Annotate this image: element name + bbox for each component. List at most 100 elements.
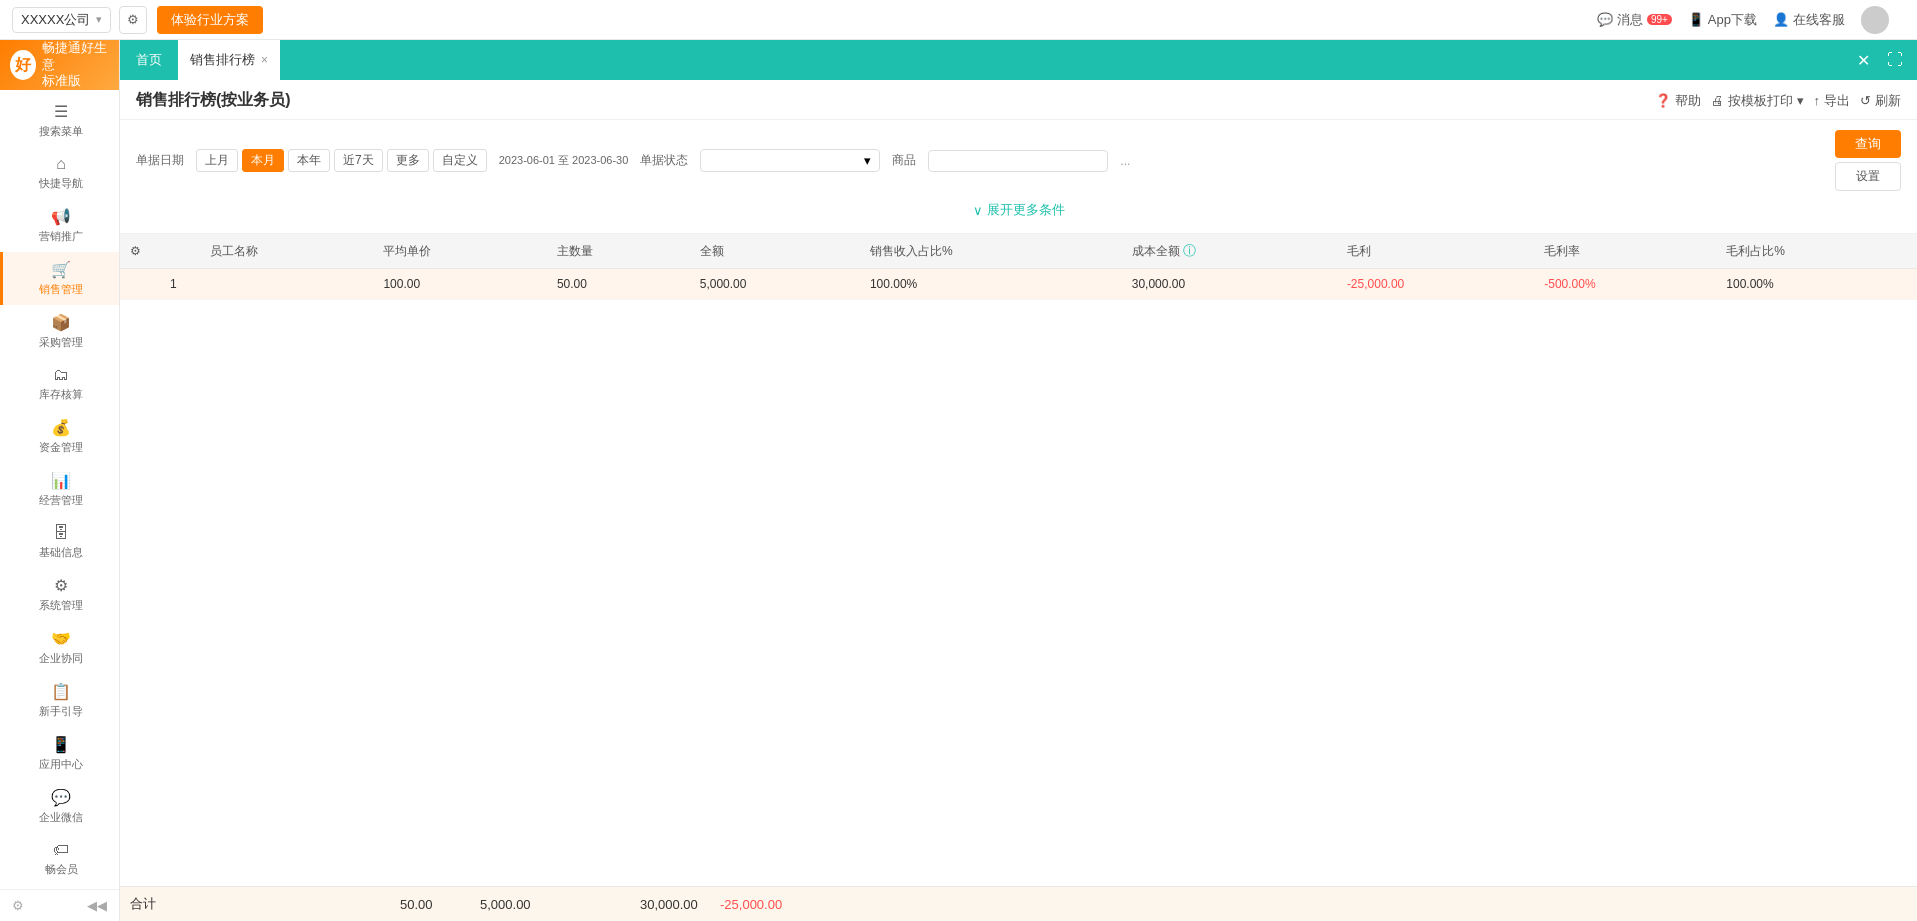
ranking-table: ⚙ 员工名称 平均单价 主数量 全额 销售收入占比% 成本全额 ⓘ 毛利 毛利率…	[120, 234, 1917, 300]
sidebar-item-purchase[interactable]: 📦 采购管理	[0, 305, 119, 358]
sidebar-item-label: 应用中心	[39, 757, 83, 772]
tab-close-icon[interactable]: ×	[261, 53, 268, 67]
sidebar-item-member[interactable]: 🏷 畅会员	[0, 833, 119, 885]
company-name: XXXXX公司	[21, 11, 90, 29]
query-button[interactable]: 查询	[1835, 130, 1901, 158]
settings-icon[interactable]: ⚙	[119, 6, 147, 34]
sidebar-item-label: 营销推广	[39, 229, 83, 244]
total-avg-price	[310, 897, 390, 912]
sidebar-item-apps[interactable]: 📱 应用中心	[0, 727, 119, 780]
sidebar-item-label: 库存核算	[39, 387, 83, 402]
page-title: 销售排行榜(按业务员)	[136, 90, 291, 111]
cell-cost: 30,000.00	[1122, 269, 1337, 300]
trial-button[interactable]: 体验行业方案	[157, 6, 263, 34]
online-service-btn[interactable]: 👤 在线客服	[1773, 11, 1845, 29]
sidebar-item-sales[interactable]: 🛒 销售管理	[0, 252, 119, 305]
date-btn-this-year[interactable]: 本年	[288, 149, 330, 172]
company-selector[interactable]: XXXXX公司 ▾	[12, 7, 111, 33]
date-btn-custom[interactable]: 自定义	[433, 149, 487, 172]
help-icon: ❓	[1655, 93, 1671, 108]
status-chevron-icon: ▾	[864, 153, 871, 168]
top-bar: XXXXX公司 ▾ ⚙ 体验行业方案 💬 消息 99+ 📱 App下载 👤 在线…	[0, 0, 1917, 40]
sidebar-item-marketing[interactable]: 📢 营销推广	[0, 199, 119, 252]
col-avg-price: 平均单价	[373, 234, 546, 269]
print-btn[interactable]: 🖨 按模板打印 ▾	[1711, 92, 1804, 110]
cell-profit-rate: -500.00%	[1534, 269, 1716, 300]
sidebar-item-wechat[interactable]: 💬 企业微信	[0, 780, 119, 833]
collab-icon: 🤝	[51, 629, 71, 648]
refresh-btn[interactable]: ↺ 刷新	[1860, 92, 1901, 110]
sidebar-item-operations[interactable]: 📊 经营管理	[0, 463, 119, 516]
logo-area: 好 畅捷通好生意 标准版	[0, 40, 119, 90]
sidebar-item-label: 系统管理	[39, 598, 83, 613]
purchase-icon: 📦	[51, 313, 71, 332]
tab-close-btn[interactable]: ✕	[1851, 48, 1875, 72]
message-btn[interactable]: 💬 消息 99+	[1597, 11, 1672, 29]
page-header: 销售排行榜(按业务员) ❓ 帮助 🖨 按模板打印 ▾ ↑ 导出	[120, 80, 1917, 120]
sidebar-item-finance[interactable]: 💰 资金管理	[0, 410, 119, 463]
table-footer: 合计 50.00 5,000.00 30,000.00 -25,000.00	[120, 886, 1917, 921]
logo-text: 畅捷通好生意 标准版	[42, 40, 109, 90]
date-btn-this-month[interactable]: 本月	[242, 149, 284, 172]
tab-sales-ranking[interactable]: 销售排行榜 ×	[178, 40, 280, 80]
status-select[interactable]: ▾	[700, 149, 880, 172]
total-profit: -25,000.00	[710, 897, 792, 912]
date-btn-7days[interactable]: 近7天	[334, 149, 383, 172]
message-icon: 💬	[1597, 12, 1613, 27]
guide-icon: 📋	[51, 682, 71, 701]
sidebar-item-collab[interactable]: 🤝 企业协同	[0, 621, 119, 674]
export-btn[interactable]: ↑ 导出	[1814, 92, 1851, 110]
total-amount: 5,000.00	[470, 897, 550, 912]
goods-filter-label: 商品	[892, 152, 916, 169]
expand-more-btn[interactable]: ∨ 展开更多条件	[973, 197, 1065, 223]
total-sales-pct	[550, 897, 630, 912]
content-area: 首页 销售排行榜 × ✕ ⛶ 销售排行榜(按业务员) ❓ 帮助	[120, 40, 1917, 921]
cell-name	[200, 269, 373, 300]
sidebar-item-label: 资金管理	[39, 440, 83, 455]
export-icon: ↑	[1814, 93, 1821, 108]
sidebar-item-label: 企业协同	[39, 651, 83, 666]
sidebar-gear-icon[interactable]: ⚙	[12, 898, 24, 913]
sidebar-item-label: 畅会员	[45, 862, 78, 877]
date-btn-more[interactable]: 更多	[387, 149, 429, 172]
system-icon: ⚙	[54, 576, 68, 595]
download-icon: 📱	[1688, 12, 1704, 27]
status-filter-label: 单据状态	[640, 152, 688, 169]
sidebar-item-label: 基础信息	[39, 545, 83, 560]
goods-input[interactable]	[928, 150, 1108, 172]
sidebar-collapse-icon[interactable]: ◀◀	[87, 898, 107, 913]
tab-expand-btn[interactable]: ⛶	[1883, 48, 1907, 72]
sidebar-item-search[interactable]: ☰ 搜索菜单	[0, 94, 119, 147]
avatar[interactable]	[1861, 6, 1889, 34]
tab-home[interactable]: 首页	[120, 40, 178, 80]
col-profit-pct: 毛利占比%	[1716, 234, 1917, 269]
sidebar-item-basics[interactable]: 🗄 基础信息	[0, 516, 119, 568]
col-settings[interactable]: ⚙	[120, 234, 160, 269]
sidebar-item-shortcuts[interactable]: ⌂ 快捷导航	[0, 147, 119, 199]
wechat-icon: 💬	[51, 788, 71, 807]
finance-icon: 💰	[51, 418, 71, 437]
sidebar-item-label: 新手引导	[39, 704, 83, 719]
table-row: 1 100.00 50.00 5,000.00 100.00% 30,000.0…	[120, 269, 1917, 300]
col-profit: 毛利	[1337, 234, 1534, 269]
date-btn-last-month[interactable]: 上月	[196, 149, 238, 172]
sidebar-item-label: 搜索菜单	[39, 124, 83, 139]
more-filters-btn[interactable]: ...	[1120, 154, 1130, 168]
help-btn[interactable]: ❓ 帮助	[1655, 92, 1701, 110]
message-label: 消息	[1617, 11, 1643, 29]
cell-settings	[120, 269, 160, 300]
operations-icon: 📊	[51, 471, 71, 490]
app-download-btn[interactable]: 📱 App下载	[1688, 11, 1757, 29]
chevron-down-icon: ▾	[96, 13, 102, 26]
col-profit-rate: 毛利率	[1534, 234, 1716, 269]
print-chevron-icon: ▾	[1797, 93, 1804, 108]
sidebar-item-guide[interactable]: 📋 新手引导	[0, 674, 119, 727]
sidebar-item-label: 快捷导航	[39, 176, 83, 191]
cell-sales-pct: 100.00%	[860, 269, 1122, 300]
sidebar-item-system[interactable]: ⚙ 系统管理	[0, 568, 119, 621]
sidebar-item-inventory[interactable]: 🗂 库存核算	[0, 358, 119, 410]
setting-button[interactable]: 设置	[1835, 162, 1901, 191]
col-cost: 成本全额 ⓘ	[1122, 234, 1337, 269]
sidebar-item-label: 企业微信	[39, 810, 83, 825]
sidebar-item-label: 采购管理	[39, 335, 83, 350]
